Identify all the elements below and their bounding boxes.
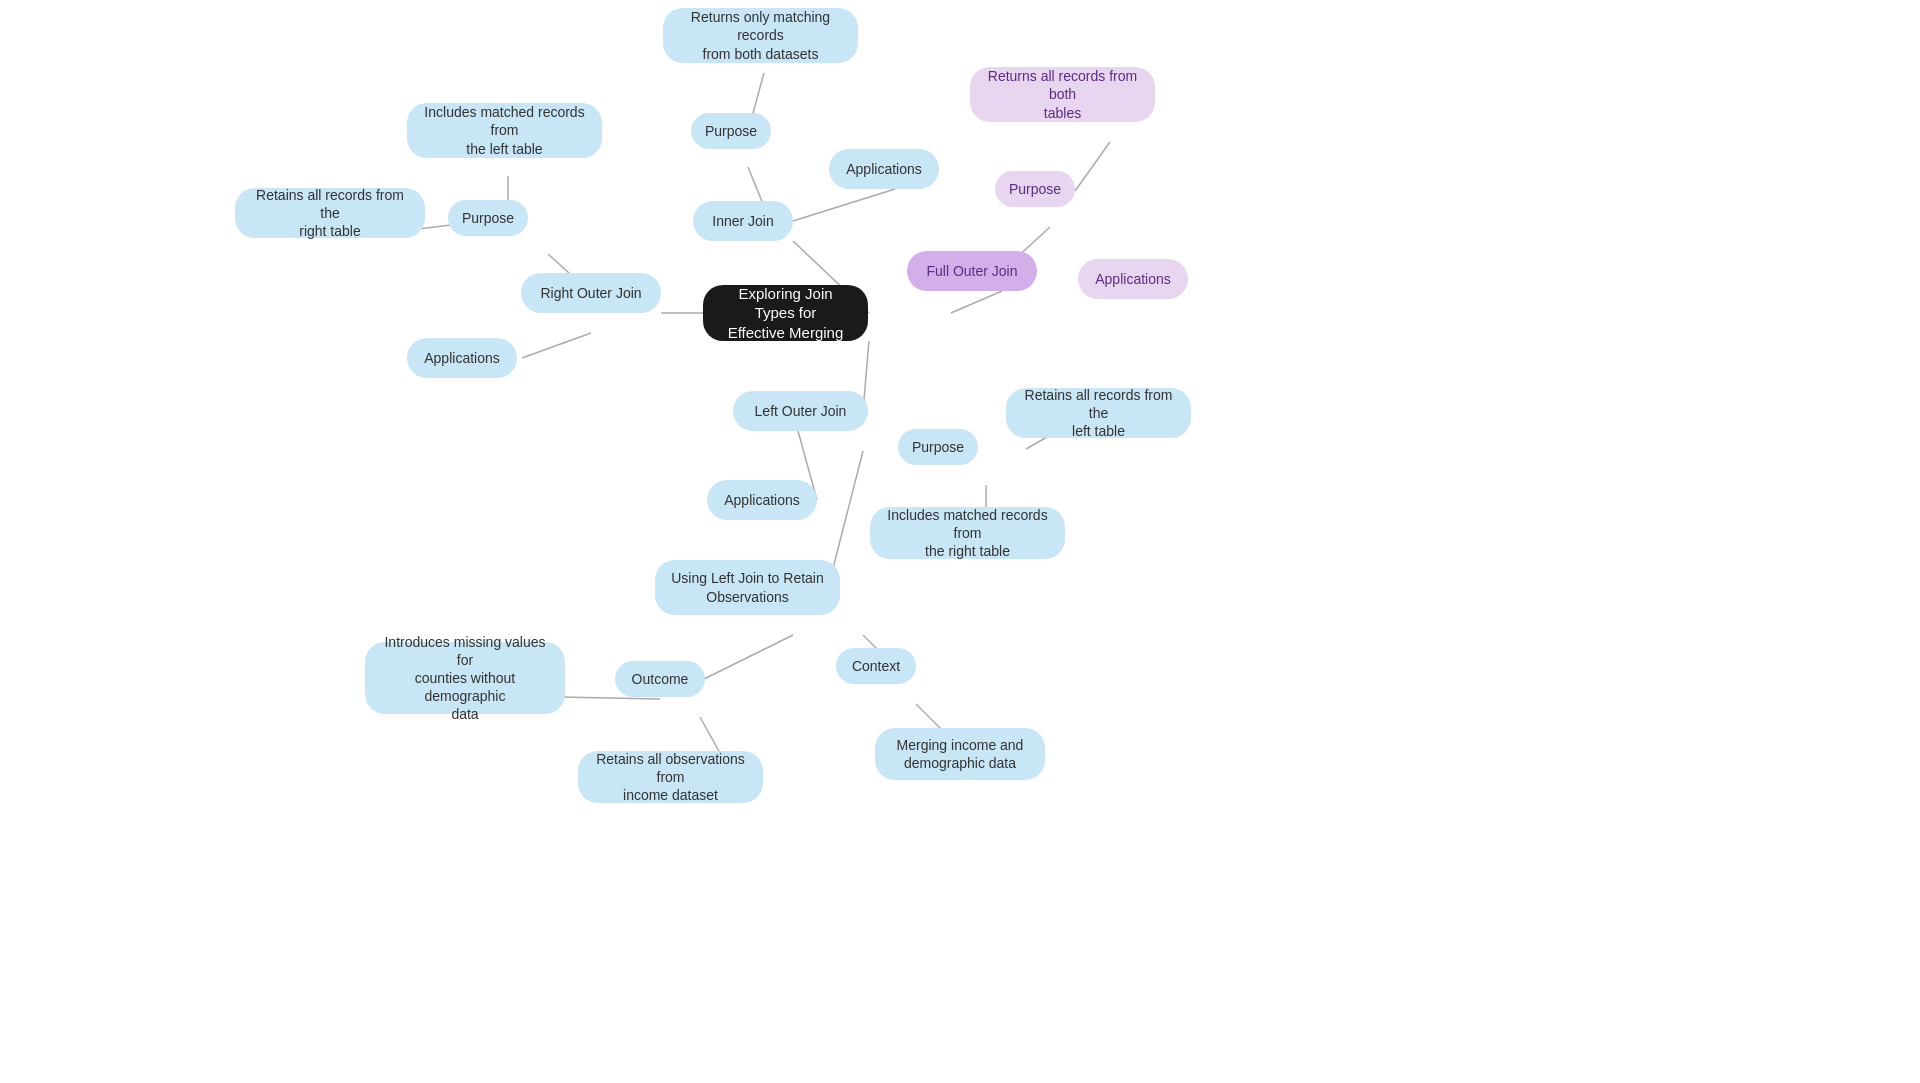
full-returns-all-node[interactable]: Returns all records from bothtables: [970, 67, 1155, 122]
left-applications-label: Applications: [724, 491, 800, 509]
inner-returns-matching-node[interactable]: Returns only matching recordsfrom both d…: [663, 8, 858, 63]
introduces-missing-node[interactable]: Introduces missing values forcounties wi…: [365, 642, 565, 714]
full-applications-label: Applications: [1095, 270, 1171, 288]
left-purpose-label: Purpose: [912, 438, 964, 456]
right-purpose-node[interactable]: Purpose: [448, 200, 528, 236]
merging-income-label: Merging income anddemographic data: [897, 736, 1024, 772]
full-applications-node[interactable]: Applications: [1078, 259, 1188, 299]
right-outer-join-label: Right Outer Join: [540, 284, 641, 302]
inner-purpose-node[interactable]: Purpose: [691, 113, 771, 149]
right-retains-right-label: Retains all records from theright table: [251, 186, 409, 241]
left-retains-left-node[interactable]: Retains all records from theleft table: [1006, 388, 1191, 438]
context-node[interactable]: Context: [836, 648, 916, 684]
inner-applications-node[interactable]: Applications: [829, 149, 939, 189]
mind-map-canvas: Exploring Join Types forEffective Mergin…: [0, 0, 1920, 1083]
left-applications-node[interactable]: Applications: [707, 480, 817, 520]
center-node[interactable]: Exploring Join Types forEffective Mergin…: [703, 285, 868, 341]
svg-line-19: [700, 635, 793, 681]
left-purpose-node[interactable]: Purpose: [898, 429, 978, 465]
center-label: Exploring Join Types forEffective Mergin…: [719, 284, 852, 343]
full-purpose-node[interactable]: Purpose: [995, 171, 1075, 207]
full-outer-join-label: Full Outer Join: [926, 262, 1017, 280]
left-outer-join-label: Left Outer Join: [755, 402, 847, 420]
svg-line-11: [1075, 142, 1110, 191]
inner-join-label: Inner Join: [712, 212, 773, 230]
svg-line-18: [830, 451, 863, 580]
inner-returns-matching-label: Returns only matching recordsfrom both d…: [679, 8, 842, 63]
svg-line-8: [522, 333, 591, 358]
right-applications-node[interactable]: Applications: [407, 338, 517, 378]
full-purpose-label: Purpose: [1009, 180, 1061, 198]
retains-observations-label: Retains all observations fromincome data…: [594, 750, 747, 805]
right-outer-join-node[interactable]: Right Outer Join: [521, 273, 661, 313]
svg-line-9: [951, 291, 1002, 313]
using-left-join-label: Using Left Join to RetainObservations: [671, 569, 824, 605]
inner-applications-label: Applications: [846, 160, 922, 178]
merging-income-node[interactable]: Merging income anddemographic data: [875, 728, 1045, 780]
inner-join-node[interactable]: Inner Join: [693, 201, 793, 241]
full-returns-all-label: Returns all records from bothtables: [986, 67, 1139, 122]
context-label: Context: [852, 657, 900, 675]
full-outer-join-node[interactable]: Full Outer Join: [907, 251, 1037, 291]
outcome-label: Outcome: [632, 670, 689, 688]
right-retains-right-node[interactable]: Retains all records from theright table: [235, 188, 425, 238]
svg-line-3: [793, 189, 895, 221]
retains-observations-node[interactable]: Retains all observations fromincome data…: [578, 751, 763, 803]
svg-line-21: [560, 697, 660, 699]
right-includes-left-label: Includes matched records fromthe left ta…: [423, 103, 586, 158]
introduces-missing-label: Introduces missing values forcounties wi…: [381, 633, 549, 724]
right-purpose-label: Purpose: [462, 209, 514, 227]
left-includes-right-label: Includes matched records fromthe right t…: [886, 506, 1049, 561]
inner-purpose-label: Purpose: [705, 122, 757, 140]
right-applications-label: Applications: [424, 349, 500, 367]
using-left-join-node[interactable]: Using Left Join to RetainObservations: [655, 560, 840, 615]
right-includes-left-node[interactable]: Includes matched records fromthe left ta…: [407, 103, 602, 158]
outcome-node[interactable]: Outcome: [615, 661, 705, 697]
left-includes-right-node[interactable]: Includes matched records fromthe right t…: [870, 507, 1065, 559]
left-outer-join-node[interactable]: Left Outer Join: [733, 391, 868, 431]
left-retains-left-label: Retains all records from theleft table: [1022, 386, 1175, 441]
